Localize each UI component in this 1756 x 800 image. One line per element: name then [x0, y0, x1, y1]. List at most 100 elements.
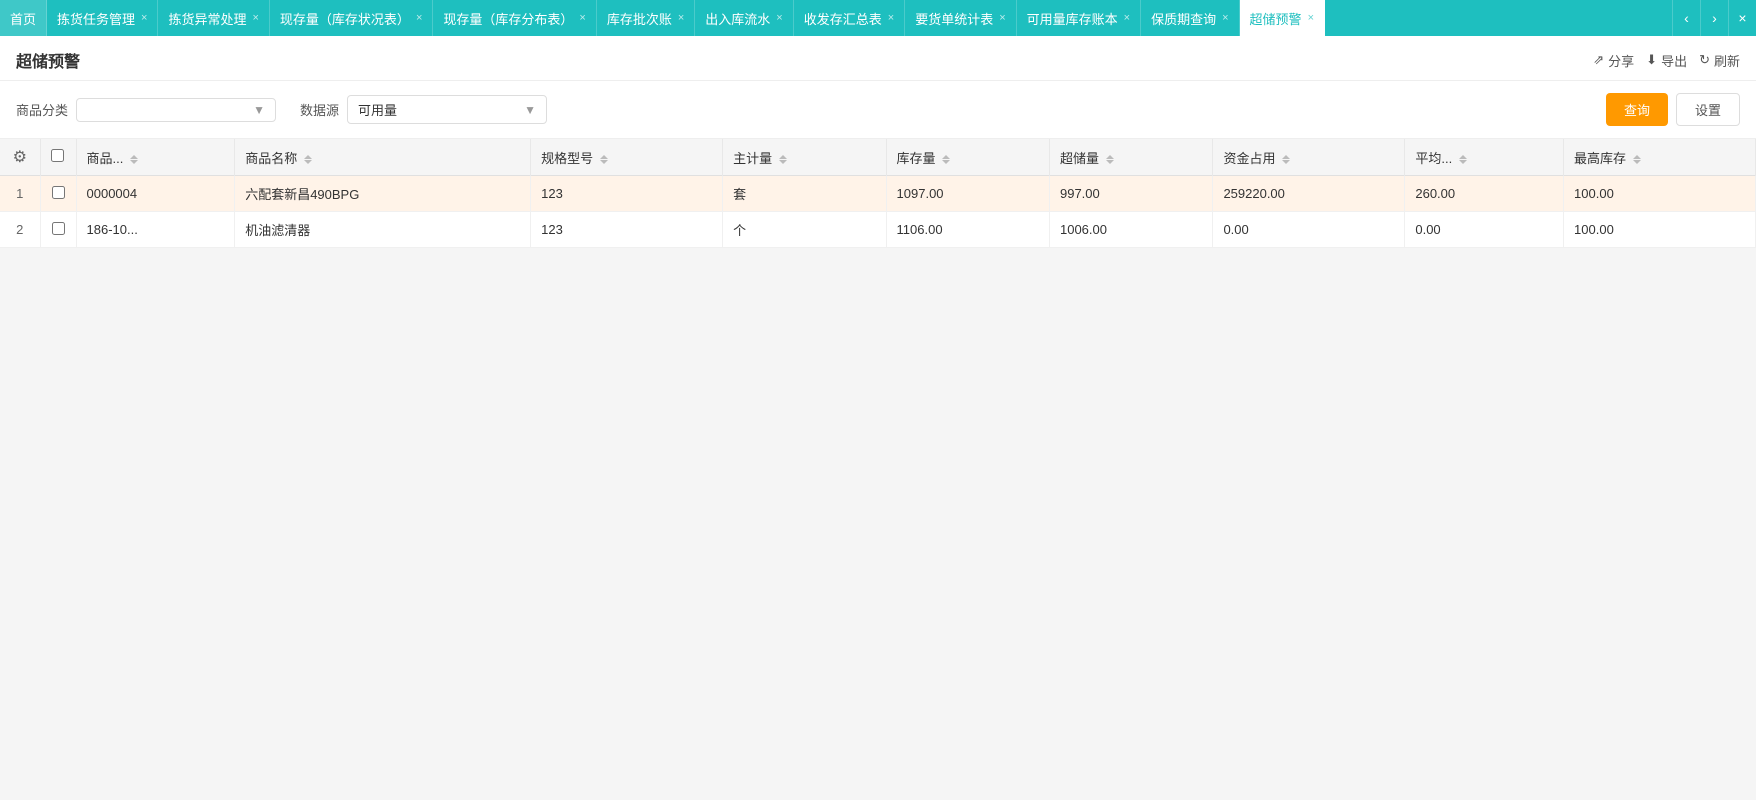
table-row: 2 186-10... 机油滤清器 123 个 1106.00 1006.00 …	[0, 212, 1756, 248]
table-container: ⚙ 商品... 商品名称 规格型号 主计量	[0, 139, 1756, 248]
row-number: 1	[0, 176, 40, 212]
cell-name: 六配套新昌490BPG	[235, 176, 531, 212]
cell-capital: 259220.00	[1213, 176, 1405, 212]
close-icon[interactable]: ×	[999, 12, 1005, 24]
nav-item-stock-status[interactable]: 现存量（库存状况表） ×	[270, 0, 433, 36]
select-all-checkbox[interactable]	[51, 149, 64, 162]
nav-item-task[interactable]: 拣货任务管理 ×	[47, 0, 158, 36]
page-title: 超储预警	[16, 48, 80, 72]
nav-item-flow[interactable]: 出入库流水 ×	[695, 0, 793, 36]
cell-unit: 个	[723, 212, 886, 248]
filter-bar: 商品分类 ▼ 数据源 可用量 ▼ 查询 设置	[0, 81, 1756, 139]
sort-icon	[942, 155, 950, 164]
col-unit-header[interactable]: 主计量	[723, 139, 886, 176]
col-capital-header[interactable]: 资金占用	[1213, 139, 1405, 176]
export-icon: ⬇	[1646, 52, 1657, 68]
filter-actions: 查询 设置	[1606, 93, 1740, 126]
close-icon[interactable]: ×	[141, 12, 147, 24]
close-icon[interactable]: ×	[678, 12, 684, 24]
close-icon[interactable]: ×	[416, 12, 422, 24]
sort-icon	[130, 155, 138, 164]
page-header: 超储预警 ⇗ 分享 ⬇ 导出 ↻ 刷新	[0, 36, 1756, 81]
cell-overstock: 997.00	[1049, 176, 1212, 212]
cell-code: 186-10...	[76, 212, 235, 248]
data-table: ⚙ 商品... 商品名称 规格型号 主计量	[0, 139, 1756, 248]
sort-icon	[1282, 155, 1290, 164]
row-checkbox-cell	[40, 212, 76, 248]
row-checkbox-cell	[40, 176, 76, 212]
nav-arrows: ‹ › ×	[1672, 0, 1756, 36]
share-icon: ⇗	[1593, 52, 1604, 68]
settings-button[interactable]: 设置	[1676, 93, 1740, 126]
close-icon[interactable]: ×	[252, 12, 258, 24]
refresh-icon: ↻	[1699, 52, 1710, 68]
col-avg-header[interactable]: 平均...	[1405, 139, 1564, 176]
top-nav: 首页 拣货任务管理 × 拣货异常处理 × 现存量（库存状况表） × 现存量（库存…	[0, 0, 1756, 36]
sort-icon	[1106, 155, 1114, 164]
nav-item-stock-dist[interactable]: 现存量（库存分布表） ×	[433, 0, 596, 36]
category-label: 商品分类	[16, 100, 68, 119]
col-checkbox	[40, 139, 76, 176]
sort-icon	[600, 155, 608, 164]
nav-item-exception[interactable]: 拣货异常处理 ×	[158, 0, 269, 36]
col-code-header[interactable]: 商品...	[76, 139, 235, 176]
refresh-button[interactable]: ↻ 刷新	[1699, 51, 1740, 70]
cell-stock: 1097.00	[886, 176, 1049, 212]
sort-icon	[1633, 155, 1641, 164]
datasource-filter: 数据源 可用量 ▼	[300, 95, 547, 124]
row-number: 2	[0, 212, 40, 248]
col-overstock-header[interactable]: 超储量	[1049, 139, 1212, 176]
close-icon[interactable]: ×	[1222, 12, 1228, 24]
cell-avg: 260.00	[1405, 176, 1564, 212]
cell-spec: 123	[531, 212, 723, 248]
nav-next-arrow[interactable]: ›	[1700, 0, 1728, 36]
close-icon[interactable]: ×	[888, 12, 894, 24]
export-button[interactable]: ⬇ 导出	[1646, 51, 1687, 70]
table-header-row: ⚙ 商品... 商品名称 规格型号 主计量	[0, 139, 1756, 176]
category-filter: 商品分类 ▼	[16, 98, 276, 122]
nav-item-home[interactable]: 首页	[0, 0, 47, 36]
header-actions: ⇗ 分享 ⬇ 导出 ↻ 刷新	[1593, 51, 1740, 70]
cell-name: 机油滤清器	[235, 212, 531, 248]
chevron-down-icon: ▼	[253, 103, 265, 117]
cell-spec: 123	[531, 176, 723, 212]
col-spec-header[interactable]: 规格型号	[531, 139, 723, 176]
sort-icon	[1459, 155, 1467, 164]
row-checkbox[interactable]	[52, 186, 65, 199]
cell-max-stock: 100.00	[1564, 176, 1756, 212]
cell-overstock: 1006.00	[1049, 212, 1212, 248]
chevron-down-icon: ▼	[524, 103, 536, 117]
row-checkbox[interactable]	[52, 222, 65, 235]
query-button[interactable]: 查询	[1606, 93, 1668, 126]
sort-icon	[779, 155, 787, 164]
close-icon[interactable]: ×	[776, 12, 782, 24]
nav-item-overstock[interactable]: 超储预警 ×	[1240, 0, 1325, 36]
cell-unit: 套	[723, 176, 886, 212]
share-button[interactable]: ⇗ 分享	[1593, 51, 1634, 70]
sort-icon	[304, 155, 312, 164]
datasource-label: 数据源	[300, 100, 339, 119]
cell-code: 0000004	[76, 176, 235, 212]
nav-item-summary[interactable]: 收发存汇总表 ×	[794, 0, 905, 36]
close-icon[interactable]: ×	[1124, 12, 1130, 24]
cell-max-stock: 100.00	[1564, 212, 1756, 248]
cell-capital: 0.00	[1213, 212, 1405, 248]
datasource-select-value: 可用量	[358, 100, 518, 119]
nav-item-batch[interactable]: 库存批次账 ×	[597, 0, 695, 36]
cell-stock: 1106.00	[886, 212, 1049, 248]
nav-close-arrow[interactable]: ×	[1728, 0, 1756, 36]
col-name-header[interactable]: 商品名称	[235, 139, 531, 176]
table-row: 1 0000004 六配套新昌490BPG 123 套 1097.00 997.…	[0, 176, 1756, 212]
datasource-select[interactable]: 可用量 ▼	[347, 95, 547, 124]
col-settings: ⚙	[0, 139, 40, 176]
nav-item-available[interactable]: 可用量库存账本 ×	[1017, 0, 1141, 36]
category-select[interactable]: ▼	[76, 98, 276, 122]
nav-item-shelf-life[interactable]: 保质期查询 ×	[1141, 0, 1239, 36]
col-stock-header[interactable]: 库存量	[886, 139, 1049, 176]
col-max-stock-header[interactable]: 最高库存	[1564, 139, 1756, 176]
nav-item-demand[interactable]: 要货单统计表 ×	[905, 0, 1016, 36]
nav-prev-arrow[interactable]: ‹	[1672, 0, 1700, 36]
close-icon[interactable]: ×	[1308, 12, 1314, 24]
gear-icon[interactable]: ⚙	[10, 147, 30, 167]
close-icon[interactable]: ×	[579, 12, 585, 24]
